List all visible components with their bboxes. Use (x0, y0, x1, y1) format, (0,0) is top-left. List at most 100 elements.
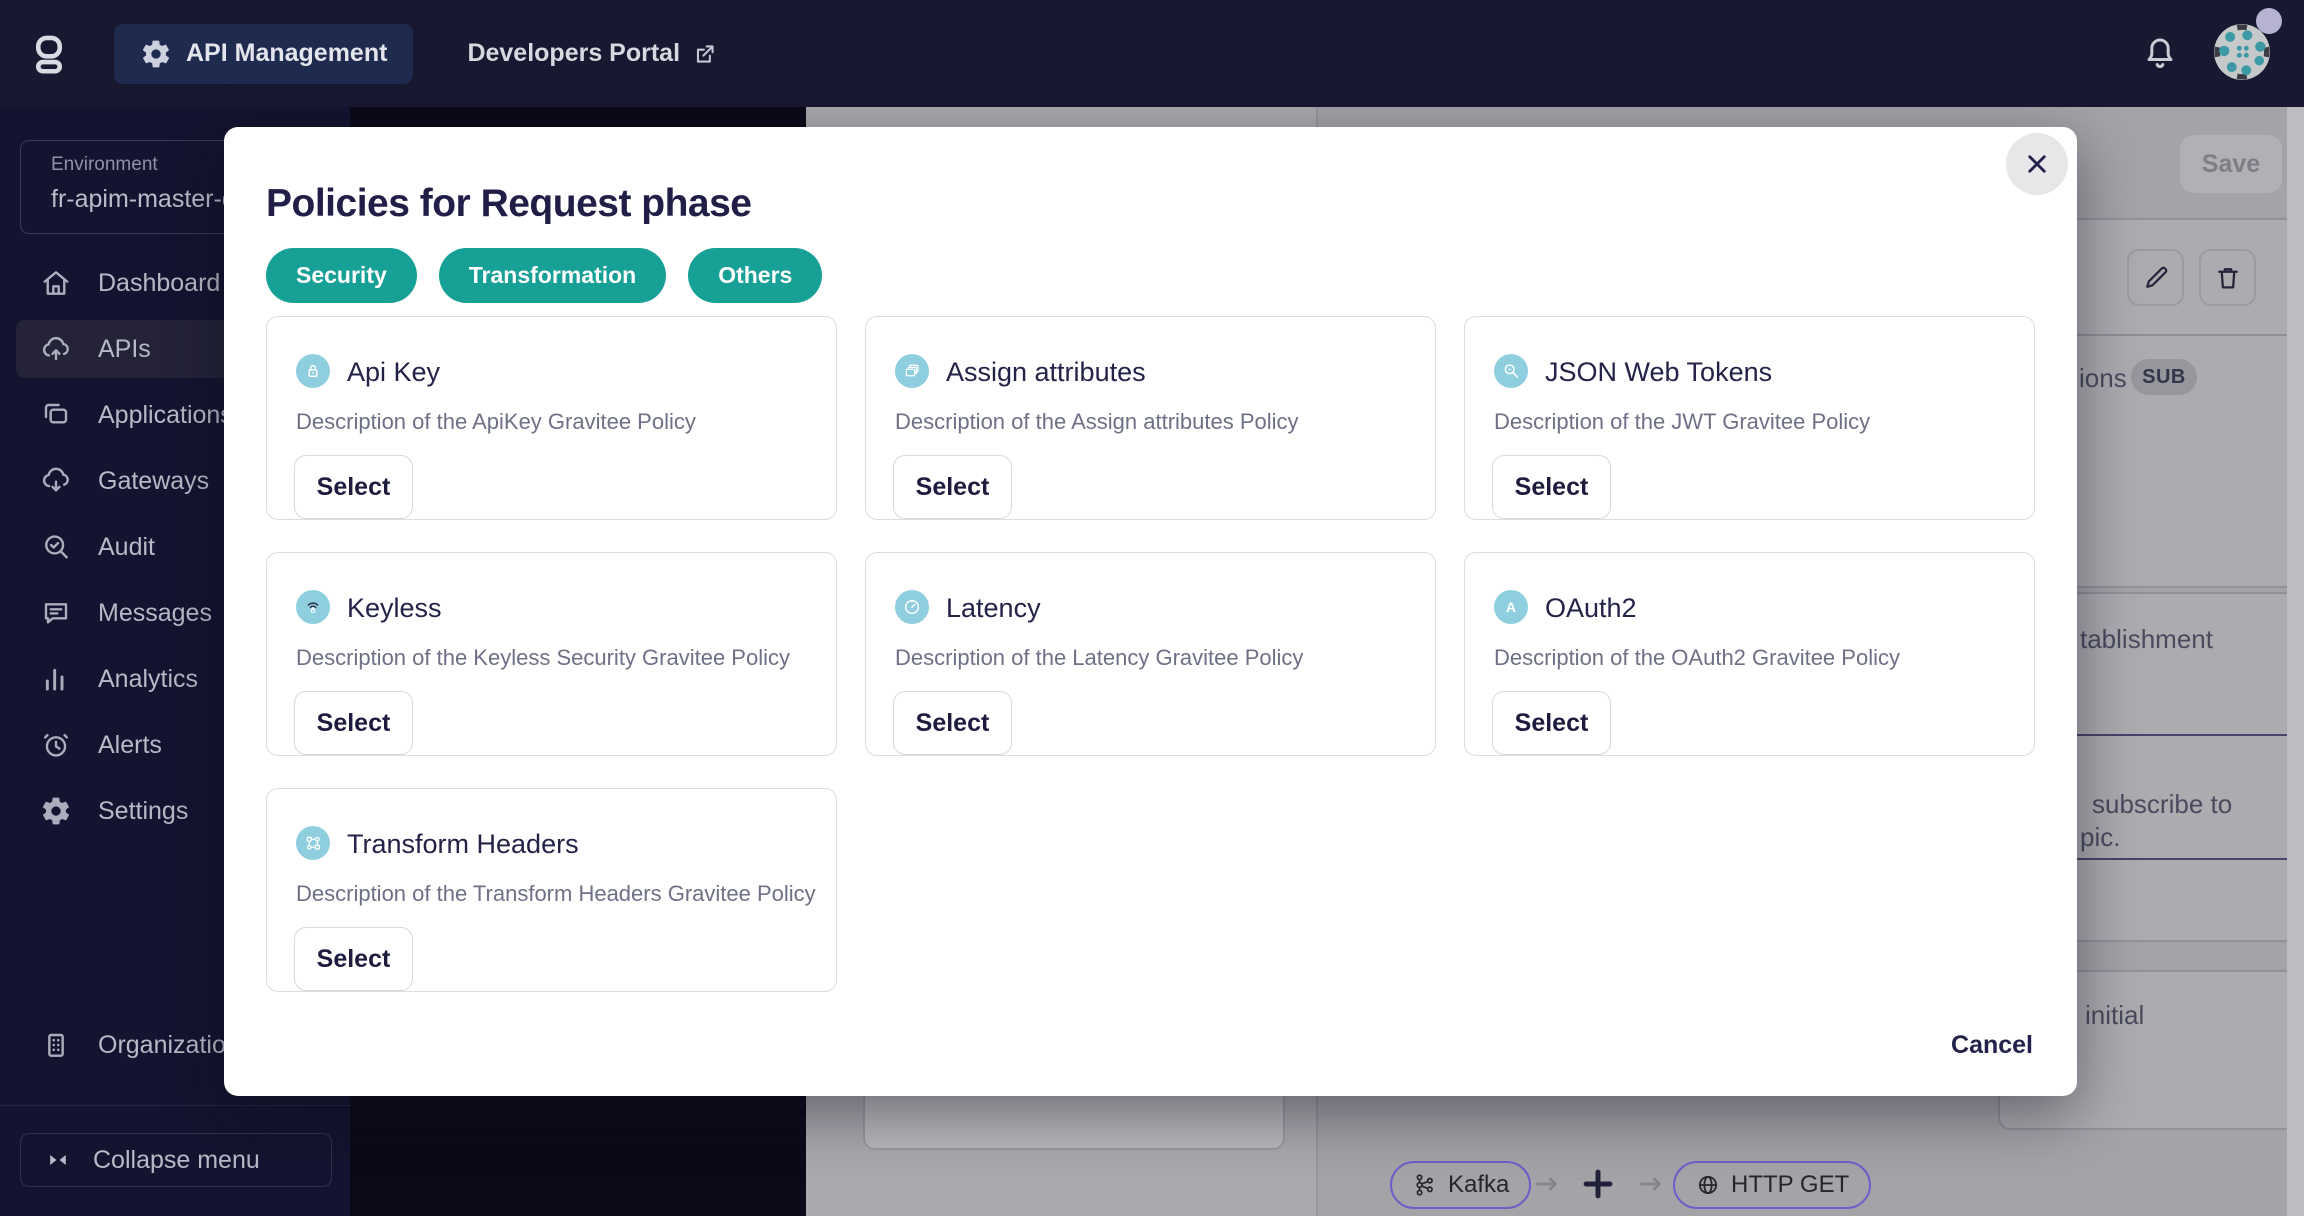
user-avatar[interactable] (2214, 24, 2270, 80)
message-icon (40, 597, 72, 629)
modal-title: Policies for Request phase (266, 182, 752, 226)
policy-description: Description of the OAuth2 Gravitee Polic… (1494, 645, 1900, 671)
sidebar-item-label: Organization (98, 1031, 240, 1060)
top-bar: API Management Developers Portal (0, 0, 2304, 107)
policy-description: Description of the Keyless Security Grav… (296, 645, 790, 671)
magnifier-key-icon (1494, 354, 1528, 388)
sidebar-item-label: Messages (98, 599, 212, 628)
initial-fragment: initial (2085, 1000, 2144, 1031)
collapse-icon (45, 1147, 71, 1173)
gear-icon (140, 38, 172, 70)
collapse-menu-button[interactable]: Collapse menu (20, 1133, 332, 1187)
category-chip-security[interactable]: Security (266, 248, 417, 303)
kafka-label: Kafka (1448, 1171, 1509, 1199)
establishment-fragment: tablishment (2080, 624, 2213, 655)
sidebar-item-label: Gateways (98, 467, 209, 496)
policy-description: Description of the ApiKey Gravitee Polic… (296, 409, 696, 435)
policy-card-oauth2: OAuth2 Description of the OAuth2 Gravite… (1464, 552, 2035, 756)
globe-icon (1695, 1172, 1721, 1198)
subscriptions-fragment: ions (2079, 363, 2127, 394)
policy-description: Description of the Transform Headers Gra… (296, 881, 816, 907)
http-get-endpoint-pill[interactable]: HTTP GET (1673, 1161, 1871, 1209)
select-button[interactable]: Select (1492, 691, 1611, 755)
select-button[interactable]: Select (1492, 455, 1611, 519)
app-window: API Management Developers Portal Environ… (0, 0, 2304, 1216)
apps-icon (40, 399, 72, 431)
delete-button[interactable] (2199, 249, 2256, 306)
close-icon (2022, 149, 2052, 179)
wifi-lock-icon (296, 590, 330, 624)
select-button[interactable]: Select (294, 455, 413, 519)
sidebar-item-label: Audit (98, 533, 155, 562)
collapse-menu-label: Collapse menu (93, 1146, 260, 1175)
policy-name: Assign attributes (946, 357, 1146, 388)
kafka-icon (1412, 1172, 1438, 1198)
select-button[interactable]: Select (294, 691, 413, 755)
scrollbar[interactable] (2287, 107, 2304, 1216)
arrow-right-icon (1530, 1167, 1564, 1201)
sidebar-item-label: Analytics (98, 665, 198, 694)
add-policy-plus-icon[interactable] (1576, 1162, 1620, 1206)
category-chip-others[interactable]: Others (688, 248, 822, 303)
lock-icon (296, 354, 330, 388)
policy-description: Description of the Latency Gravitee Poli… (895, 645, 1303, 671)
http-get-label: HTTP GET (1731, 1171, 1849, 1199)
close-button[interactable] (2006, 133, 2068, 195)
policy-card-latency: Latency Description of the Latency Gravi… (865, 552, 1436, 756)
save-button[interactable]: Save (2180, 135, 2282, 193)
policy-card-json-web-tokens: JSON Web Tokens Description of the JWT G… (1464, 316, 2035, 520)
nodes-icon (296, 826, 330, 860)
avatar-status-badge (2256, 8, 2282, 34)
arrow-right-icon (1634, 1167, 1668, 1201)
sidebar-item-label: APIs (98, 335, 151, 364)
api-management-button[interactable]: API Management (114, 24, 413, 84)
gravitee-logo-icon (26, 31, 72, 77)
policy-name: Api Key (347, 357, 440, 388)
select-button[interactable]: Select (294, 927, 413, 991)
subscribe-fragment: subscribe to (2092, 789, 2232, 820)
sidebar-item-label: Dashboard (98, 269, 220, 298)
policies-modal: Policies for Request phase Security Trans… (224, 127, 2077, 1096)
cancel-button[interactable]: Cancel (1951, 1031, 2033, 1060)
developers-portal-link[interactable]: Developers Portal (467, 39, 718, 68)
developers-portal-label: Developers Portal (467, 39, 680, 68)
gear-icon (40, 795, 72, 827)
trash-icon (2213, 263, 2243, 293)
cloud-up-icon (40, 333, 72, 365)
home-icon (40, 267, 72, 299)
category-chips-row: Security Transformation Others (266, 248, 822, 303)
gauge-icon (895, 590, 929, 624)
policy-name: Latency (946, 593, 1041, 624)
policy-name: JSON Web Tokens (1545, 357, 1772, 388)
sidebar-item-label: Settings (98, 797, 188, 826)
policy-description: Description of the Assign attributes Pol… (895, 409, 1299, 435)
policy-cards-grid: Api Key Description of the ApiKey Gravit… (266, 316, 2035, 992)
policy-name: OAuth2 (1545, 593, 1637, 624)
policy-card-keyless: Keyless Description of the Keyless Secur… (266, 552, 837, 756)
select-button[interactable]: Select (893, 691, 1012, 755)
layers-icon (895, 354, 929, 388)
category-chip-transformation[interactable]: Transformation (439, 248, 666, 303)
letter-a-icon (1494, 590, 1528, 624)
external-link-icon (692, 41, 718, 67)
kafka-entrypoint-pill[interactable]: Kafka (1390, 1161, 1531, 1209)
organization-icon (40, 1029, 72, 1061)
cloud-down-icon (40, 465, 72, 497)
policy-card-assign-attributes: Assign attributes Description of the Ass… (865, 316, 1436, 520)
policy-card-api-key: Api Key Description of the ApiKey Gravit… (266, 316, 837, 520)
sidebar-item-label: Alerts (98, 731, 162, 760)
topic-fragment: pic. (2080, 822, 2120, 853)
policy-name: Transform Headers (347, 829, 579, 860)
sidebar-item-label: Applications (98, 401, 233, 430)
select-button[interactable]: Select (893, 455, 1012, 519)
notifications-bell-icon[interactable] (2140, 33, 2180, 73)
analytics-icon (40, 663, 72, 695)
alarm-icon (40, 729, 72, 761)
api-management-label: API Management (186, 39, 387, 68)
policy-description: Description of the JWT Gravitee Policy (1494, 409, 1870, 435)
sub-badge: SUB (2131, 359, 2197, 395)
audit-icon (40, 531, 72, 563)
edit-button[interactable] (2127, 249, 2184, 306)
pencil-icon (2141, 263, 2171, 293)
policy-name: Keyless (347, 593, 442, 624)
